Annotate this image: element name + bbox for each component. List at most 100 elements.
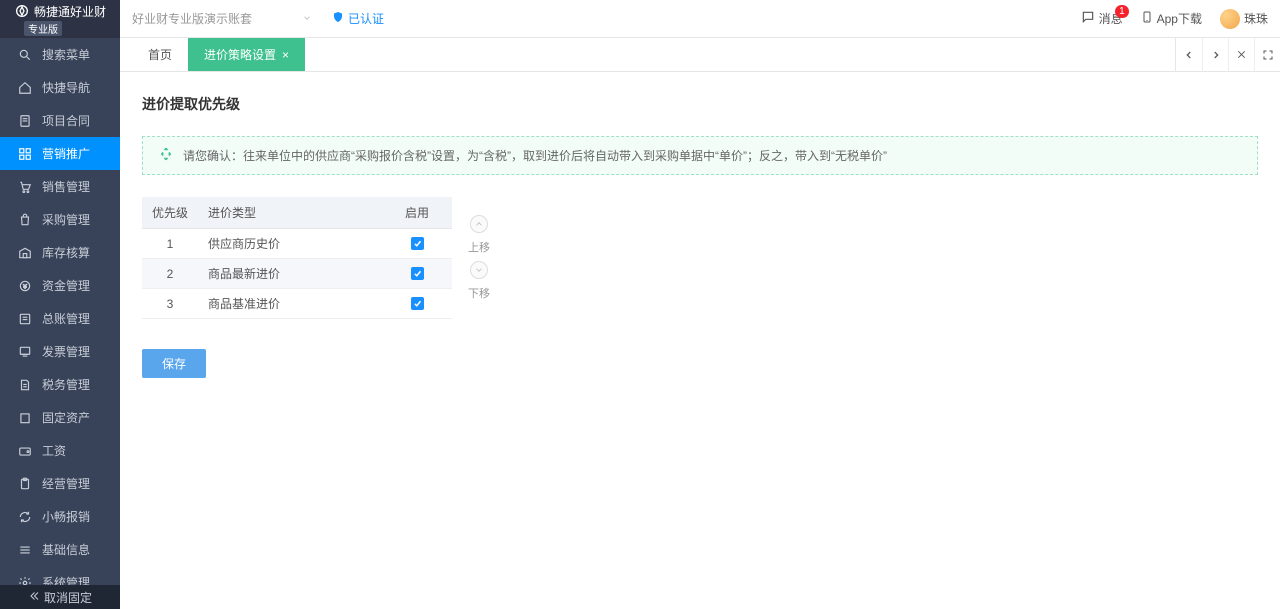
- sidebar-item-invoice[interactable]: 发票管理: [0, 335, 120, 368]
- sidebar-item-inventory[interactable]: 库存核算: [0, 236, 120, 269]
- avatar-icon: [1220, 9, 1240, 29]
- sidebar-item-tax[interactable]: 税务管理: [0, 368, 120, 401]
- sidebar-item-marketing[interactable]: 营销推广: [0, 137, 120, 170]
- sidebar-item-fixed-assets[interactable]: 固定资产: [0, 401, 120, 434]
- sidebar-item-label: 总账管理: [42, 310, 90, 327]
- sidebar-item-label: 项目合同: [42, 112, 90, 129]
- gear-icon: [18, 576, 32, 586]
- sidebar-item-sales[interactable]: 销售管理: [0, 170, 120, 203]
- sidebar-item-project-contract[interactable]: 项目合同: [0, 104, 120, 137]
- table-header-type: 进价类型: [198, 197, 382, 229]
- chat-icon: [1081, 10, 1095, 27]
- org-name: 好业财专业版演示账套: [132, 10, 252, 27]
- search-icon: [18, 48, 32, 62]
- brand-name: 畅捷通好业财: [34, 3, 106, 20]
- cell-enable: [382, 229, 452, 259]
- tabs-prev-button[interactable]: [1176, 38, 1202, 72]
- sidebar-item-label: 销售管理: [42, 178, 90, 195]
- sidebar-item-label: 采购管理: [42, 211, 90, 228]
- sidebar-item-operation[interactable]: 经营管理: [0, 467, 120, 500]
- sidebar-footer-label: 取消固定: [44, 589, 92, 606]
- topbar: 好业财专业版演示账套 已认证 消息 1 App下载 珠珠: [120, 0, 1280, 38]
- phone-icon: [1141, 10, 1153, 27]
- enable-checkbox[interactable]: [411, 237, 424, 250]
- sidebar-item-label: 基础信息: [42, 541, 90, 558]
- table-row[interactable]: 3 商品基准进价: [142, 289, 452, 319]
- move-down-label: 下移: [468, 285, 490, 301]
- enable-checkbox[interactable]: [411, 297, 424, 310]
- cell-priority: 3: [142, 289, 198, 319]
- app-download-button[interactable]: App下载: [1141, 10, 1202, 27]
- sidebar-item-label: 税务管理: [42, 376, 90, 393]
- tax-icon: [18, 378, 32, 392]
- brand-logo-icon: [14, 3, 30, 19]
- tabs-next-button[interactable]: [1202, 38, 1228, 72]
- sidebar-toggle-pin[interactable]: 取消固定: [0, 585, 120, 609]
- move-controls: 上移 下移: [468, 197, 490, 301]
- cart-icon: [18, 180, 32, 194]
- messages-button[interactable]: 消息 1: [1081, 10, 1123, 27]
- cell-enable: [382, 259, 452, 289]
- sidebar-item-purchase[interactable]: 采购管理: [0, 203, 120, 236]
- info-icon: [159, 147, 173, 164]
- tabs-tools: [1175, 38, 1280, 71]
- bag-icon: [18, 213, 32, 227]
- document-icon: [18, 114, 32, 128]
- cell-type: 供应商历史价: [198, 229, 382, 259]
- user-menu[interactable]: 珠珠: [1220, 9, 1268, 29]
- brand-header: 畅捷通好业财 专业版: [0, 0, 120, 38]
- messages-count-badge: 1: [1115, 5, 1129, 18]
- building-icon: [18, 411, 32, 425]
- table-header-priority: 优先级: [142, 197, 198, 229]
- org-selector[interactable]: 好业财专业版演示账套: [132, 10, 312, 27]
- sidebar-item-label: 发票管理: [42, 343, 90, 360]
- sidebar-item-expense[interactable]: 小畅报销: [0, 500, 120, 533]
- shield-icon: [332, 11, 344, 26]
- move-down-button[interactable]: [470, 261, 488, 279]
- sidebar-item-label: 固定资产: [42, 409, 90, 426]
- clipboard-icon: [18, 477, 32, 491]
- enable-checkbox[interactable]: [411, 267, 424, 280]
- tab-price-strategy[interactable]: 进价策略设置 ×: [188, 38, 305, 71]
- brand-edition-badge: 专业版: [24, 21, 62, 36]
- close-icon[interactable]: ×: [282, 48, 289, 62]
- tab-label: 进价策略设置: [204, 46, 276, 63]
- page-title: 进价提取优先级: [142, 94, 1258, 114]
- sidebar-items: 搜索菜单 快捷导航 项目合同 营销推广 销售管理 采购管理 库存核算 ¥ 资金管: [0, 38, 120, 585]
- user-name: 珠珠: [1244, 10, 1268, 27]
- sidebar-item-basic-info[interactable]: 基础信息: [0, 533, 120, 566]
- sidebar-item-ledger[interactable]: 总账管理: [0, 302, 120, 335]
- table-header-enable: 启用: [382, 197, 452, 229]
- move-up-button[interactable]: [470, 215, 488, 233]
- list-icon: [18, 543, 32, 557]
- notice-banner: 请您确认：往来单位中的供应商“采购报价含税”设置，为“含税”，取到进价后将自动带…: [142, 136, 1258, 175]
- table-row[interactable]: 1 供应商历史价: [142, 229, 452, 259]
- tab-label: 首页: [148, 46, 172, 63]
- save-button[interactable]: 保存: [142, 349, 206, 378]
- table-row[interactable]: 2 商品最新进价: [142, 259, 452, 289]
- sidebar-item-salary[interactable]: 工资: [0, 434, 120, 467]
- sidebar-item-search-menu[interactable]: 搜索菜单: [0, 38, 120, 71]
- verified-label: 已认证: [348, 10, 384, 27]
- home-icon: [18, 81, 32, 95]
- tabs-bar: 首页 进价策略设置 ×: [120, 38, 1280, 72]
- wallet-icon: [18, 444, 32, 458]
- fullscreen-button[interactable]: [1254, 38, 1280, 72]
- sidebar-item-label: 库存核算: [42, 244, 90, 261]
- sidebar-item-label: 系统管理: [42, 574, 90, 585]
- sidebar-item-funds[interactable]: ¥ 资金管理: [0, 269, 120, 302]
- tabs-close-all-button[interactable]: [1228, 38, 1254, 72]
- move-up-label: 上移: [468, 239, 490, 255]
- content-area: 进价提取优先级 请您确认：往来单位中的供应商“采购报价含税”设置，为“含税”，取…: [120, 72, 1280, 609]
- priority-table: 优先级 进价类型 启用 1 供应商历史价 2 商品最新: [142, 197, 452, 319]
- cell-type: 商品最新进价: [198, 259, 382, 289]
- verified-badge[interactable]: 已认证: [332, 10, 384, 27]
- sidebar-item-label: 营销推广: [42, 145, 90, 162]
- refresh-icon: [18, 510, 32, 524]
- sidebar-item-system[interactable]: 系统管理: [0, 566, 120, 585]
- notice-text: 请您确认：往来单位中的供应商“采购报价含税”设置，为“含税”，取到进价后将自动带…: [183, 147, 887, 164]
- tab-home[interactable]: 首页: [132, 38, 188, 71]
- chevron-down-icon: [302, 12, 312, 26]
- sidebar-item-quicknav[interactable]: 快捷导航: [0, 71, 120, 104]
- svg-text:¥: ¥: [23, 284, 27, 290]
